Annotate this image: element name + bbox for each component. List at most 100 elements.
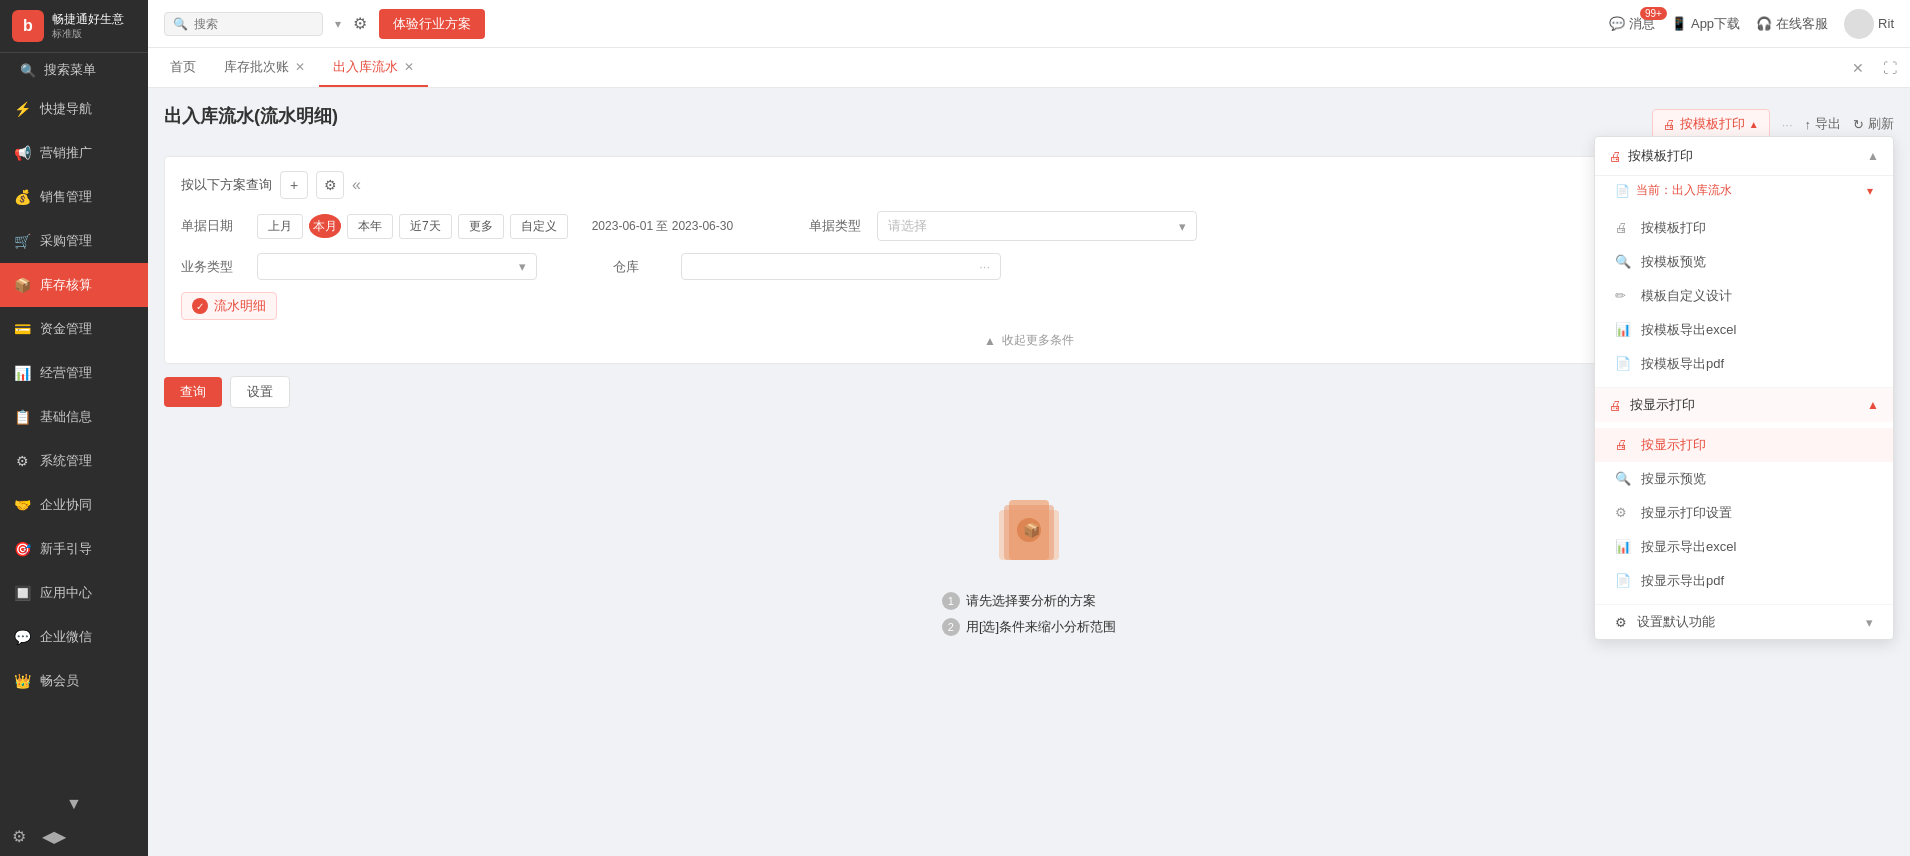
- template-design-item[interactable]: ✏ 模板自定义设计: [1595, 279, 1893, 313]
- display-section-chevron[interactable]: ▲: [1867, 398, 1879, 412]
- topbar-gear-icon[interactable]: ⚙: [353, 14, 367, 33]
- template-export-pdf-item[interactable]: 📄 按模板导出pdf: [1595, 347, 1893, 381]
- date-btn-custom[interactable]: 自定义: [510, 214, 568, 239]
- dropdown-header-chevron[interactable]: ▲: [1867, 149, 1879, 163]
- sidebar-item-quick-nav[interactable]: ⚡ 快捷导航: [0, 87, 148, 131]
- filter-settings-btn[interactable]: ⚙: [316, 171, 344, 199]
- quick-nav-icon: ⚡: [12, 99, 32, 119]
- collapse-up-icon: ▲: [984, 334, 996, 348]
- print-dropdown-panel: 🖨 按模板打印 ▲ 📄 当前：出入库流水 ▾ 🖨 按模板打印: [1594, 136, 1894, 640]
- main-area: 🔍 ▾ ⚙ 体验行业方案 💬 消息 99+ 📱 App下载 🎧 在线客服: [148, 0, 1910, 856]
- warehouse-more-icon: ···: [979, 259, 990, 274]
- sidebar-item-basic[interactable]: 📋 基础信息: [0, 395, 148, 439]
- display-print-group: 🖨 按显示打印 🔍 按显示预览 ⚙ 按显示打印设置 📊 按显示导出excel: [1595, 422, 1893, 604]
- svg-text:📦: 📦: [1023, 522, 1041, 539]
- basic-icon: 📋: [12, 407, 32, 427]
- add-filter-btn[interactable]: +: [280, 171, 308, 199]
- display-export-pdf-item[interactable]: 📄 按显示导出pdf: [1595, 564, 1893, 598]
- tab-close-warehouse-flow[interactable]: ✕: [404, 60, 414, 74]
- current-chevron: ▾: [1867, 184, 1873, 198]
- display-print-section: 🖨 按显示打印 ▲: [1595, 387, 1893, 422]
- online-service-btn[interactable]: 🎧 在线客服: [1756, 15, 1828, 33]
- topbar: 🔍 ▾ ⚙ 体验行业方案 💬 消息 99+ 📱 App下载 🎧 在线客服: [148, 0, 1910, 48]
- window-maximize-btn[interactable]: ⛶: [1878, 56, 1902, 80]
- display-printer-icon: 🖨: [1615, 437, 1631, 453]
- display-preview-icon: 🔍: [1615, 471, 1631, 487]
- message-btn[interactable]: 💬 消息 99+: [1609, 15, 1655, 33]
- dropdown-footer[interactable]: ⚙ 设置默认功能 ▾: [1595, 604, 1893, 639]
- date-btn-more[interactable]: 更多: [458, 214, 504, 239]
- print-btn[interactable]: 🖨 按模板打印 ▲: [1652, 109, 1770, 139]
- user-avatar-area[interactable]: Rit: [1844, 9, 1894, 39]
- sidebar-item-marketing[interactable]: 📢 营销推广: [0, 131, 148, 175]
- date-btn-7days[interactable]: 近7天: [399, 214, 452, 239]
- date-btn-prev-month[interactable]: 上月: [257, 214, 303, 239]
- sidebar-item-corp[interactable]: 🤝 企业协同: [0, 483, 148, 527]
- settings-bottom-icon[interactable]: ⚙: [12, 827, 26, 846]
- app-download-btn[interactable]: 📱 App下载: [1671, 15, 1740, 33]
- sidebar-item-system[interactable]: ⚙ 系统管理: [0, 439, 148, 483]
- excel-icon: 📊: [1615, 322, 1631, 338]
- sidebar-item-sales[interactable]: 💰 销售管理: [0, 175, 148, 219]
- step2-text: 用[选]条件来缩小分析范围: [966, 618, 1116, 636]
- topbar-dropdown-icon[interactable]: ▾: [335, 17, 341, 31]
- edition-label: 标准版: [52, 27, 124, 41]
- display-print-item[interactable]: 🖨 按显示打印: [1595, 428, 1893, 462]
- topbar-search-input[interactable]: [194, 17, 314, 31]
- username-label: Rit: [1878, 16, 1894, 31]
- display-preview-item[interactable]: 🔍 按显示预览: [1595, 462, 1893, 496]
- tab-inventory-batch[interactable]: 库存批次账 ✕: [210, 48, 319, 87]
- search-menu-item[interactable]: 🔍 搜索菜单: [0, 53, 148, 87]
- sidebar-scroll-down[interactable]: ▼: [0, 791, 148, 817]
- type-select-chevron: ▾: [1179, 219, 1186, 234]
- display-print-settings-item[interactable]: ⚙ 按显示打印设置: [1595, 496, 1893, 530]
- dropdown-print-icon: 🖨: [1609, 149, 1622, 164]
- sidebar-item-purchase[interactable]: 🛒 采购管理: [0, 219, 148, 263]
- biz-select[interactable]: ▾: [257, 253, 537, 280]
- display-export-excel-item[interactable]: 📊 按显示导出excel: [1595, 530, 1893, 564]
- warehouse-label: 仓库: [613, 258, 673, 276]
- settings-btn[interactable]: 设置: [230, 376, 290, 408]
- top-right-actions: 🖨 按模板打印 ▲ ··· ↑ 导出 ↻ 刷新: [1652, 109, 1894, 139]
- tab-home[interactable]: 首页: [156, 48, 210, 87]
- headset-icon: 🎧: [1756, 16, 1772, 31]
- collapse-sidebar-icon[interactable]: ◀▶: [42, 827, 66, 846]
- sidebar-item-inventory[interactable]: 📦 库存核算: [0, 263, 148, 307]
- sidebar-item-operation[interactable]: 📊 经营管理: [0, 351, 148, 395]
- sidebar-item-member[interactable]: 👑 畅会员: [0, 659, 148, 703]
- pdf-icon: 📄: [1615, 356, 1631, 372]
- tab-warehouse-flow[interactable]: 出入库流水 ✕: [319, 48, 428, 87]
- print-icon: 🖨: [1663, 117, 1676, 132]
- print-chevron-up: ▲: [1749, 119, 1759, 130]
- template-preview-item[interactable]: 🔍 按模板预览: [1595, 245, 1893, 279]
- dropdown-current-item: 📄 当前：出入库流水 ▾: [1595, 176, 1893, 205]
- sidebar-item-finance[interactable]: 💳 资金管理: [0, 307, 148, 351]
- step2-num: 2: [942, 618, 960, 636]
- search-icon: 🔍: [20, 63, 36, 78]
- filter-label-prefix: 按以下方案查询: [181, 176, 272, 194]
- tab-close-inventory-batch[interactable]: ✕: [295, 60, 305, 74]
- preview-icon: 🔍: [1615, 254, 1631, 270]
- type-select[interactable]: 请选择 ▾: [877, 211, 1197, 241]
- warehouse-select[interactable]: ···: [681, 253, 1001, 280]
- guide-icon: 🎯: [12, 539, 32, 559]
- query-btn[interactable]: 查询: [164, 377, 222, 407]
- sidebar-item-guide[interactable]: 🎯 新手引导: [0, 527, 148, 571]
- filter-collapse-icon[interactable]: «: [352, 176, 361, 194]
- sidebar-item-wechat[interactable]: 💬 企业微信: [0, 615, 148, 659]
- date-btn-this-year[interactable]: 本年: [347, 214, 393, 239]
- biz-select-chevron: ▾: [519, 259, 526, 274]
- sidebar-item-appstore[interactable]: 🔲 应用中心: [0, 571, 148, 615]
- biz-label: 业务类型: [181, 258, 241, 276]
- export-btn[interactable]: ↑ 导出: [1805, 115, 1842, 133]
- template-export-excel-item[interactable]: 📊 按模板导出excel: [1595, 313, 1893, 347]
- trial-btn[interactable]: 体验行业方案: [379, 9, 485, 39]
- template-print-item[interactable]: 🖨 按模板打印: [1595, 211, 1893, 245]
- type-label: 单据类型: [809, 217, 869, 235]
- window-close-btn[interactable]: ✕: [1846, 56, 1870, 80]
- page-title: 出入库流水(流水明细): [164, 104, 338, 128]
- date-btn-this-month[interactable]: 本月: [309, 214, 341, 238]
- sidebar-nav: ⚡ 快捷导航 📢 营销推广 💰 销售管理 🛒 采购管理 📦 库存核算 💳: [0, 87, 148, 791]
- refresh-btn[interactable]: ↻ 刷新: [1853, 115, 1894, 133]
- topbar-search-icon: 🔍: [173, 17, 188, 31]
